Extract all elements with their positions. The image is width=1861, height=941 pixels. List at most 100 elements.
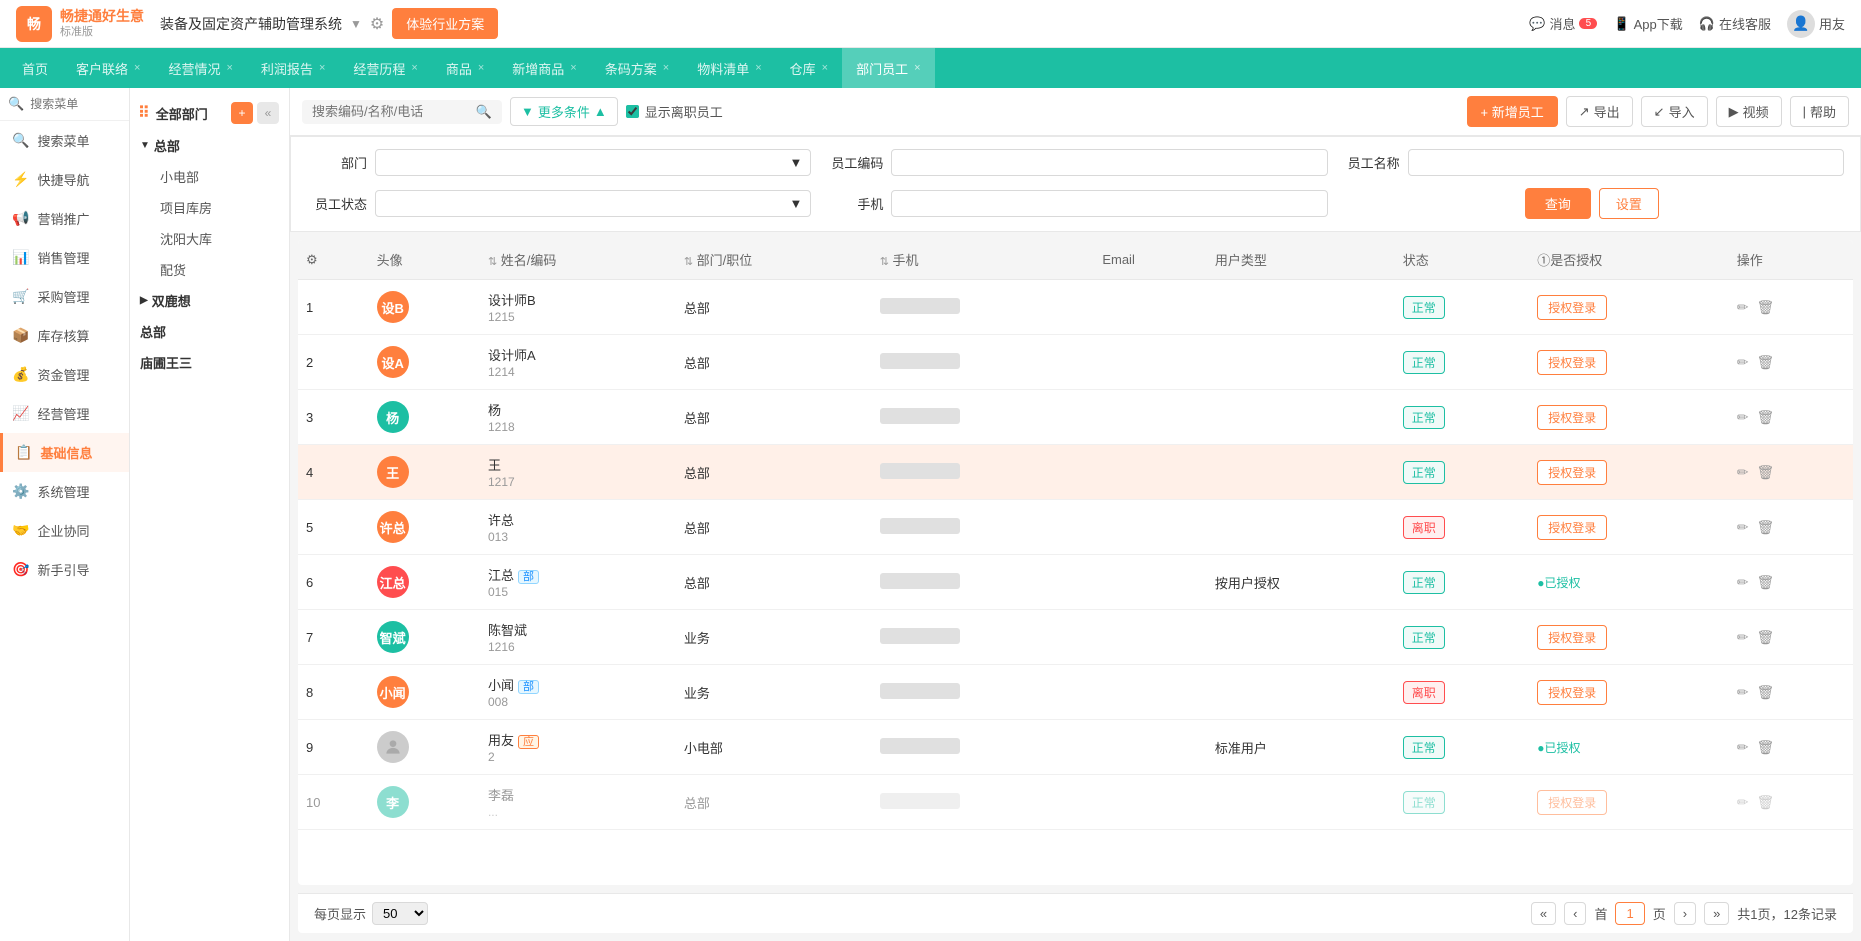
sidebar-item-quick[interactable]: ⚡快捷导航 (0, 160, 129, 199)
delete-icon[interactable]: 🗑 (1757, 354, 1775, 371)
add-employee-button[interactable]: + 新增员工 (1467, 96, 1558, 127)
authorize-button[interactable]: 授权登录 (1537, 405, 1607, 430)
nav-tab-客户联络[interactable]: 客户联络× (62, 48, 154, 88)
delete-icon[interactable]: 🗑 (1757, 629, 1775, 646)
dept-item-shuanglu[interactable]: ▶ 双鹿想 (130, 285, 289, 316)
video-button[interactable]: ▶ 视频 (1716, 96, 1782, 127)
search-input[interactable] (312, 104, 470, 119)
delete-icon[interactable]: 🗑 (1757, 794, 1775, 811)
sidebar-item-purchase[interactable]: 🛒采购管理 (0, 277, 129, 316)
nav-tab-利润报告[interactable]: 利润报告× (247, 48, 339, 88)
sidebar-search-input[interactable] (30, 97, 130, 111)
first-page-button[interactable]: « (1531, 902, 1556, 925)
settings-icon[interactable]: ⚙ (370, 14, 384, 34)
delete-icon[interactable]: 🗑 (1757, 519, 1775, 536)
sidebar-search[interactable]: 🔍 (0, 88, 129, 121)
authorize-button[interactable]: 授权登录 (1537, 515, 1607, 540)
sidebar-item-inventory[interactable]: 📦库存核算 (0, 316, 129, 355)
sidebar-item-system[interactable]: ⚙️系统管理 (0, 472, 129, 511)
empcode-filter-input[interactable] (891, 149, 1327, 176)
nav-tab-经营历程[interactable]: 经营历程× (339, 48, 431, 88)
close-tab-icon[interactable]: × (478, 62, 484, 74)
delete-icon[interactable]: 🗑 (1757, 464, 1775, 481)
sidebar-item-sales[interactable]: 📊销售管理 (0, 238, 129, 277)
close-tab-icon[interactable]: × (914, 62, 920, 74)
nav-tab-仓库[interactable]: 仓库× (776, 48, 842, 88)
delete-icon[interactable]: 🗑 (1757, 739, 1775, 756)
authorize-button[interactable]: 授权登录 (1537, 295, 1607, 320)
app-download-button[interactable]: 📱 App下载 (1613, 14, 1682, 33)
edit-icon[interactable]: ✏ (1737, 464, 1749, 481)
edit-icon[interactable]: ✏ (1737, 629, 1749, 646)
authorize-button[interactable]: 授权登录 (1537, 790, 1607, 815)
phone-filter-input[interactable] (891, 190, 1327, 217)
status-filter-select[interactable]: ▼ (375, 190, 811, 217)
trial-button[interactable]: 体验行业方案 (392, 8, 498, 39)
delete-icon[interactable]: 🗑 (1757, 409, 1775, 426)
nav-tab-条码方案[interactable]: 条码方案× (591, 48, 683, 88)
nav-tab-经营情况[interactable]: 经营情况× (154, 48, 246, 88)
edit-icon[interactable]: ✏ (1737, 739, 1749, 756)
close-tab-icon[interactable]: × (411, 62, 417, 74)
sidebar-item-search[interactable]: 🔍搜索菜单 (0, 121, 129, 160)
sidebar-item-operations[interactable]: 📈经营管理 (0, 394, 129, 433)
show-resigned-checkbox[interactable] (626, 105, 639, 118)
nav-tab-首页[interactable]: 首页 (8, 48, 62, 88)
close-tab-icon[interactable]: × (663, 62, 669, 74)
edit-icon[interactable]: ✏ (1737, 684, 1749, 701)
query-button[interactable]: 查询 (1525, 188, 1591, 219)
close-tab-icon[interactable]: × (822, 62, 828, 74)
edit-icon[interactable]: ✏ (1737, 794, 1749, 811)
export-button[interactable]: ↗ 导出 (1566, 96, 1633, 127)
user-menu[interactable]: 👤 用友 (1787, 10, 1845, 38)
prev-page-button[interactable]: ‹ (1564, 902, 1586, 925)
close-tab-icon[interactable]: × (570, 62, 576, 74)
sort-icon-3[interactable]: ⇅ (684, 256, 693, 268)
authorize-button[interactable]: 授权登录 (1537, 680, 1607, 705)
set-button[interactable]: 设置 (1599, 188, 1659, 219)
empname-filter-input[interactable] (1408, 149, 1844, 176)
message-button[interactable]: 💬 消息 5 (1529, 14, 1597, 33)
nav-tab-物料清单[interactable]: 物料清单× (683, 48, 775, 88)
current-page[interactable]: 1 (1615, 902, 1644, 925)
edit-icon[interactable]: ✏ (1737, 519, 1749, 536)
help-button[interactable]: | 帮助 (1790, 96, 1849, 127)
dept-item-distribution[interactable]: 配货 (144, 254, 289, 285)
show-resigned-toggle[interactable]: 显示离职员工 (626, 102, 723, 121)
sidebar-item-guide[interactable]: 🎯新手引导 (0, 550, 129, 589)
authorize-button[interactable]: 授权登录 (1537, 460, 1607, 485)
edit-icon[interactable]: ✏ (1737, 299, 1749, 316)
dept-filter-select[interactable]: ▼ (375, 149, 811, 176)
authorize-button[interactable]: 授权登录 (1537, 350, 1607, 375)
last-page-button[interactable]: » (1704, 902, 1729, 925)
dept-item-xiaodian[interactable]: 小电部 (144, 161, 289, 192)
dept-item-miaopu[interactable]: 庙圃王三 (130, 347, 289, 378)
authorize-button[interactable]: 授权登录 (1537, 625, 1607, 650)
dept-item-shenyang[interactable]: 沈阳大库 (144, 223, 289, 254)
online-service-button[interactable]: 🎧 在线客服 (1699, 14, 1771, 33)
dropdown-arrow-icon[interactable]: ▼ (350, 17, 362, 31)
next-page-button[interactable]: › (1674, 902, 1696, 925)
settings-col-icon[interactable]: ⚙ (306, 252, 318, 267)
delete-icon[interactable]: 🗑 (1757, 684, 1775, 701)
close-tab-icon[interactable]: × (755, 62, 761, 74)
sidebar-item-finance[interactable]: 💰资金管理 (0, 355, 129, 394)
more-conditions-button[interactable]: ▼ 更多条件 ▲ (510, 97, 618, 126)
sort-icon-4[interactable]: ⇅ (880, 256, 889, 268)
close-tab-icon[interactable]: × (134, 62, 140, 74)
close-tab-icon[interactable]: × (319, 62, 325, 74)
delete-icon[interactable]: 🗑 (1757, 574, 1775, 591)
sort-icon-2[interactable]: ⇅ (488, 256, 497, 268)
dept-item-general[interactable]: ▼ 总部 (130, 130, 289, 161)
dept-item-zongbu2[interactable]: 总部 (130, 316, 289, 347)
dept-item-project[interactable]: 项目库房 (144, 192, 289, 223)
delete-icon[interactable]: 🗑 (1757, 299, 1775, 316)
import-button[interactable]: ↙ 导入 (1641, 96, 1708, 127)
collapse-tree-button[interactable]: « (257, 102, 279, 124)
add-dept-button[interactable]: + (231, 102, 253, 124)
sidebar-item-collab[interactable]: 🤝企业协同 (0, 511, 129, 550)
page-size-select[interactable]: 50 100 200 (372, 902, 428, 925)
sidebar-item-marketing[interactable]: 📢营销推广 (0, 199, 129, 238)
nav-tab-部门员工[interactable]: 部门员工× (842, 48, 934, 88)
nav-tab-新增商品[interactable]: 新增商品× (498, 48, 590, 88)
